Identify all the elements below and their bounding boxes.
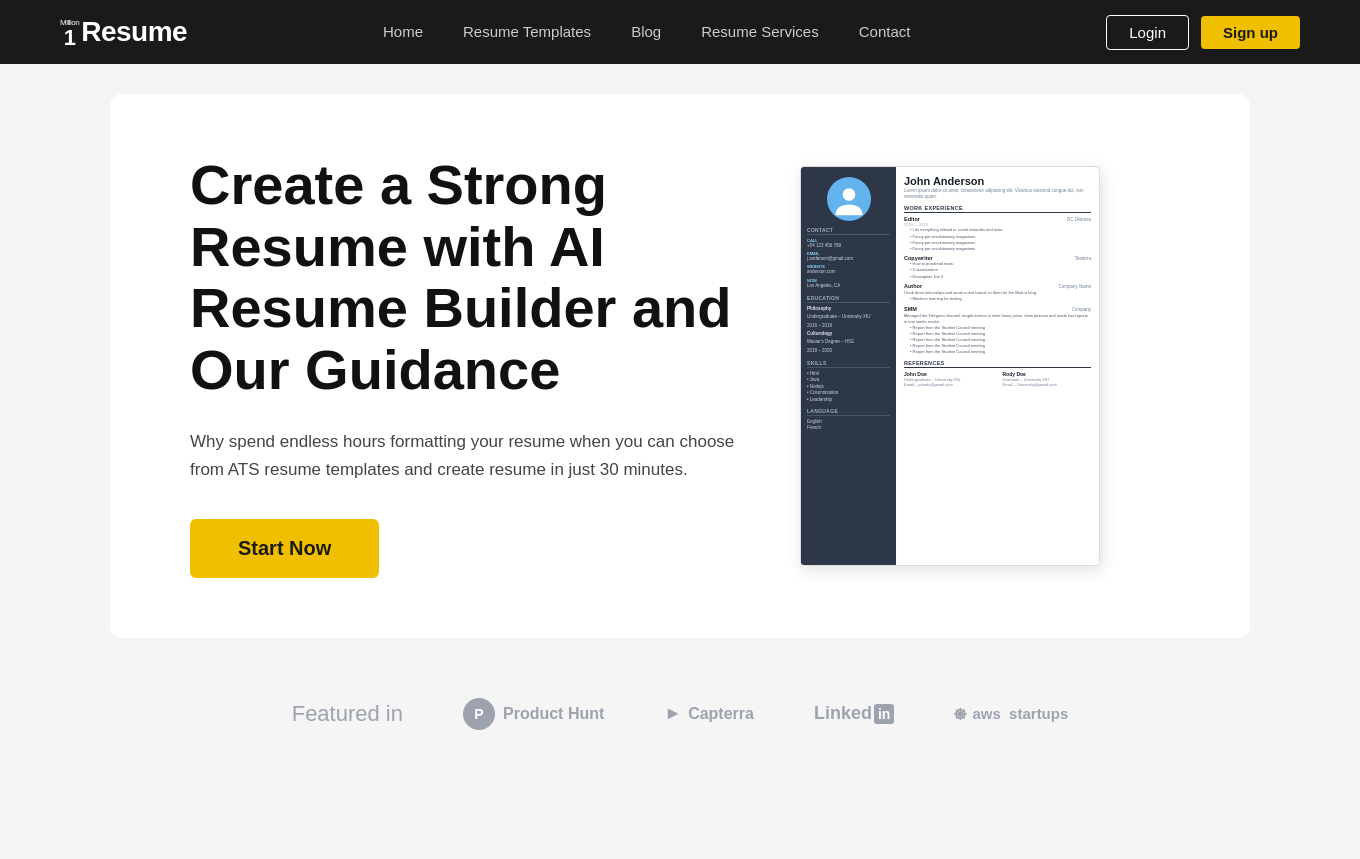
references-title: REFERENCES — [904, 360, 1091, 368]
logo[interactable]: Million 1 Resume — [60, 15, 187, 49]
svg-point-1 — [842, 188, 855, 201]
featured-bar: Featured in P Product Hunt ► Capterra Li… — [110, 668, 1250, 760]
start-now-button[interactable]: Start Now — [190, 519, 379, 578]
hero-content: Create a Strong Resume with AI Resume Bu… — [190, 154, 750, 578]
contact-location: Los Angeles, CA — [807, 283, 890, 289]
nav-resume-services[interactable]: Resume Services — [701, 23, 819, 40]
resume-right-panel: John Anderson Lorem ipsum dolor sit amet… — [896, 167, 1099, 565]
product-hunt-icon: P — [463, 698, 495, 730]
resume-name: John Anderson — [904, 175, 1091, 187]
resume-tagline: Lorem ipsum dolor sit amet, consectetur … — [904, 188, 1091, 201]
education-section-label: EDUCATION — [807, 295, 890, 303]
capterra-logo: ► Capterra — [664, 703, 754, 724]
product-hunt-logo: P Product Hunt — [463, 698, 604, 730]
nav-actions: Login Sign up — [1106, 15, 1300, 50]
skills-section-label: SKILLS — [807, 360, 890, 368]
nav-home[interactable]: Home — [383, 23, 423, 40]
reference-2: Rody Doe Graduate – University XIU Email… — [1003, 371, 1092, 387]
contact-website: anderson.com — [807, 269, 890, 275]
language-section-label: LANGUAGE — [807, 408, 890, 416]
aws-icon: ⎈ — [954, 702, 966, 725]
login-button[interactable]: Login — [1106, 15, 1189, 50]
navbar: Million 1 Resume Home Resume Templates B… — [0, 0, 1360, 64]
job-4: SMM Company Managed the Telegram channel… — [904, 306, 1091, 355]
linkedin-in-badge: in — [874, 704, 894, 724]
contact-email: j.anderson@gmail.com — [807, 256, 890, 262]
resume-left-panel: CONTACT Call +54 123 456 789 Email j.and… — [801, 167, 896, 565]
contact-call: +54 123 456 789 — [807, 243, 890, 249]
aws-logo: ⎈ aws startups — [954, 702, 1068, 725]
hero-title: Create a Strong Resume with AI Resume Bu… — [190, 154, 750, 400]
hero-section: Create a Strong Resume with AI Resume Bu… — [110, 94, 1250, 638]
linkedin-logo: Linked in — [814, 703, 894, 724]
nav-resume-templates[interactable]: Resume Templates — [463, 23, 591, 40]
resume-card: CONTACT Call +54 123 456 789 Email j.and… — [800, 166, 1100, 566]
job-1: Editor DC Distress 2018 — 2019 I do ever… — [904, 216, 1091, 251]
avatar — [827, 177, 871, 221]
nav-contact[interactable]: Contact — [859, 23, 911, 40]
job-2: Copywriter Testerra How to proofread tex… — [904, 255, 1091, 279]
work-experience-title: WORK EXPERIENCE — [904, 205, 1091, 213]
job-3: Author Company Name I took three interns… — [904, 283, 1091, 302]
nav-blog[interactable]: Blog — [631, 23, 661, 40]
capterra-icon: ► — [664, 703, 682, 724]
featured-label: Featured in — [292, 701, 403, 727]
featured-logos: P Product Hunt ► Capterra Linked in ⎈ aw… — [463, 698, 1068, 730]
nav-links: Home Resume Templates Blog Resume Servic… — [383, 23, 910, 41]
hero-subtitle: Why spend endless hours formatting your … — [190, 428, 750, 482]
logo-million: Million 1 — [60, 15, 79, 49]
signup-button[interactable]: Sign up — [1201, 16, 1300, 49]
contact-section-label: CONTACT — [807, 227, 890, 235]
reference-1: John Doe Undergraduate – University XIU … — [904, 371, 993, 387]
resume-preview: CONTACT Call +54 123 456 789 Email j.and… — [790, 166, 1110, 566]
logo-text: Resume — [81, 16, 187, 48]
